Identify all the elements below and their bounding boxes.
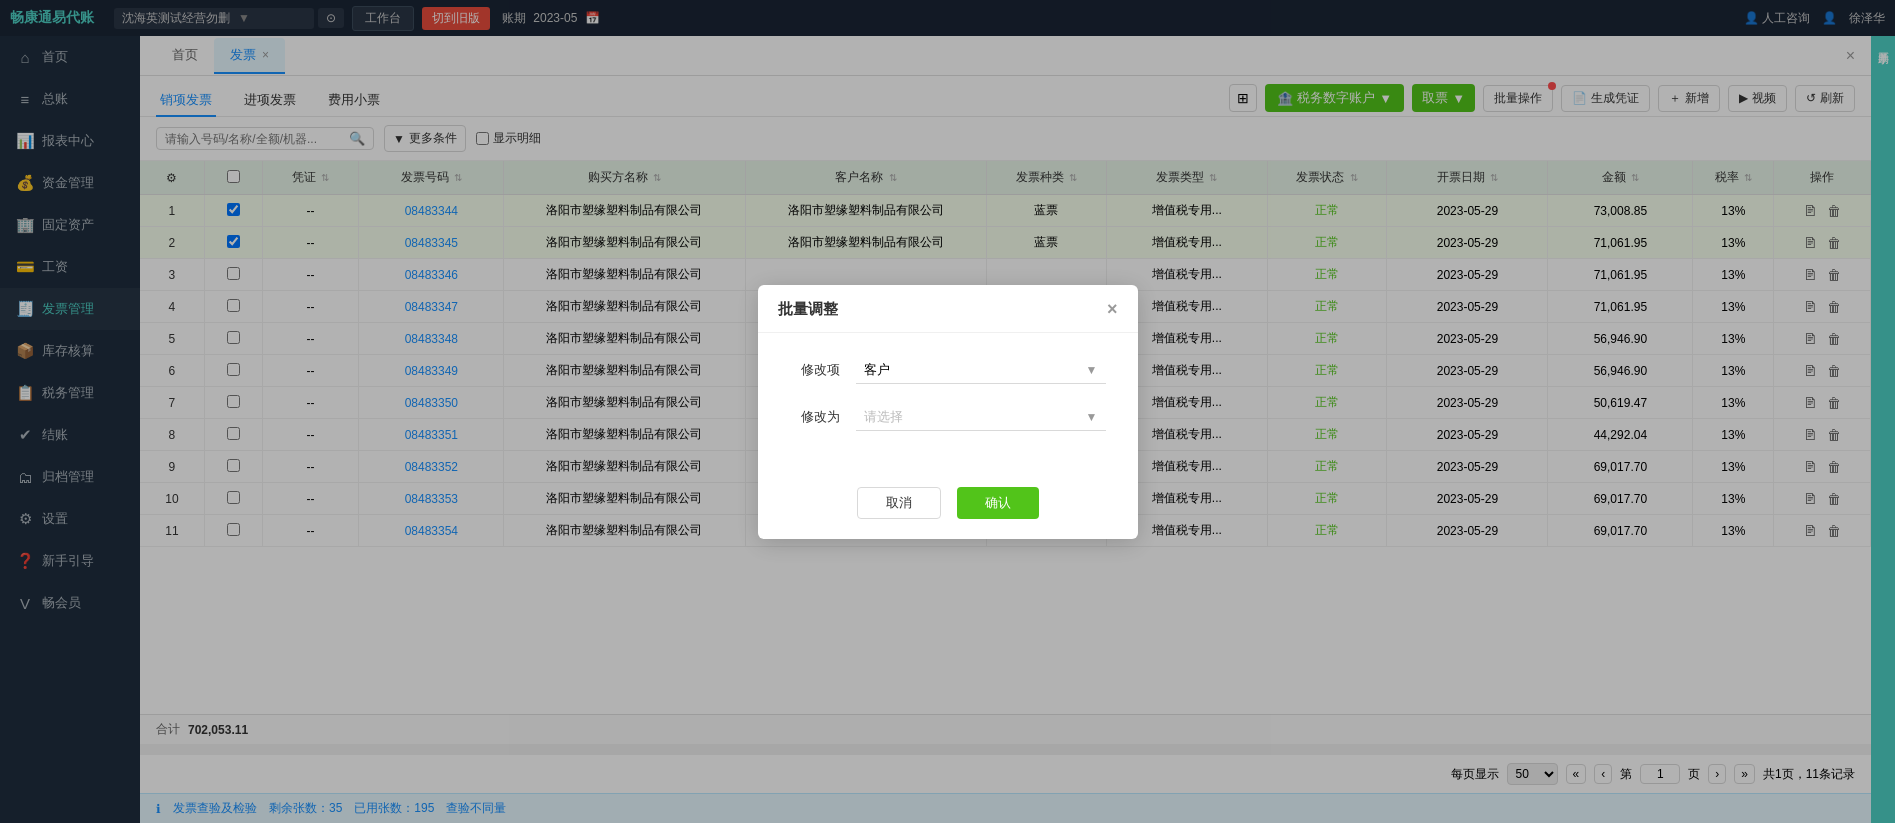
modify-field-select[interactable]: 客户 ▼ — [856, 357, 1106, 384]
confirm-btn[interactable]: 确认 — [957, 487, 1039, 519]
modify-field-row: 修改项 客户 ▼ — [790, 357, 1106, 384]
dialog-close-btn[interactable]: × — [1107, 299, 1118, 320]
modify-field-value: 客户 — [864, 361, 890, 379]
modify-to-arrow: ▼ — [1086, 410, 1098, 424]
batch-adjust-dialog: 批量调整 × 修改项 客户 ▼ 修改为 请选择 ▼ 取消 确认 — [758, 285, 1138, 539]
cancel-btn[interactable]: 取消 — [857, 487, 941, 519]
dialog-footer: 取消 确认 — [758, 475, 1138, 539]
modify-to-label: 修改为 — [790, 408, 840, 426]
dialog-body: 修改项 客户 ▼ 修改为 请选择 ▼ — [758, 333, 1138, 475]
modify-to-row: 修改为 请选择 ▼ — [790, 404, 1106, 431]
modify-to-select[interactable]: 请选择 ▼ — [856, 404, 1106, 431]
modify-field-label: 修改项 — [790, 361, 840, 379]
dialog-header: 批量调整 × — [758, 285, 1138, 333]
modify-field-arrow: ▼ — [1086, 363, 1098, 377]
modify-to-placeholder: 请选择 — [864, 408, 903, 426]
dialog-title: 批量调整 — [778, 300, 838, 319]
modal-overlay: 批量调整 × 修改项 客户 ▼ 修改为 请选择 ▼ 取消 确认 — [0, 0, 1895, 823]
